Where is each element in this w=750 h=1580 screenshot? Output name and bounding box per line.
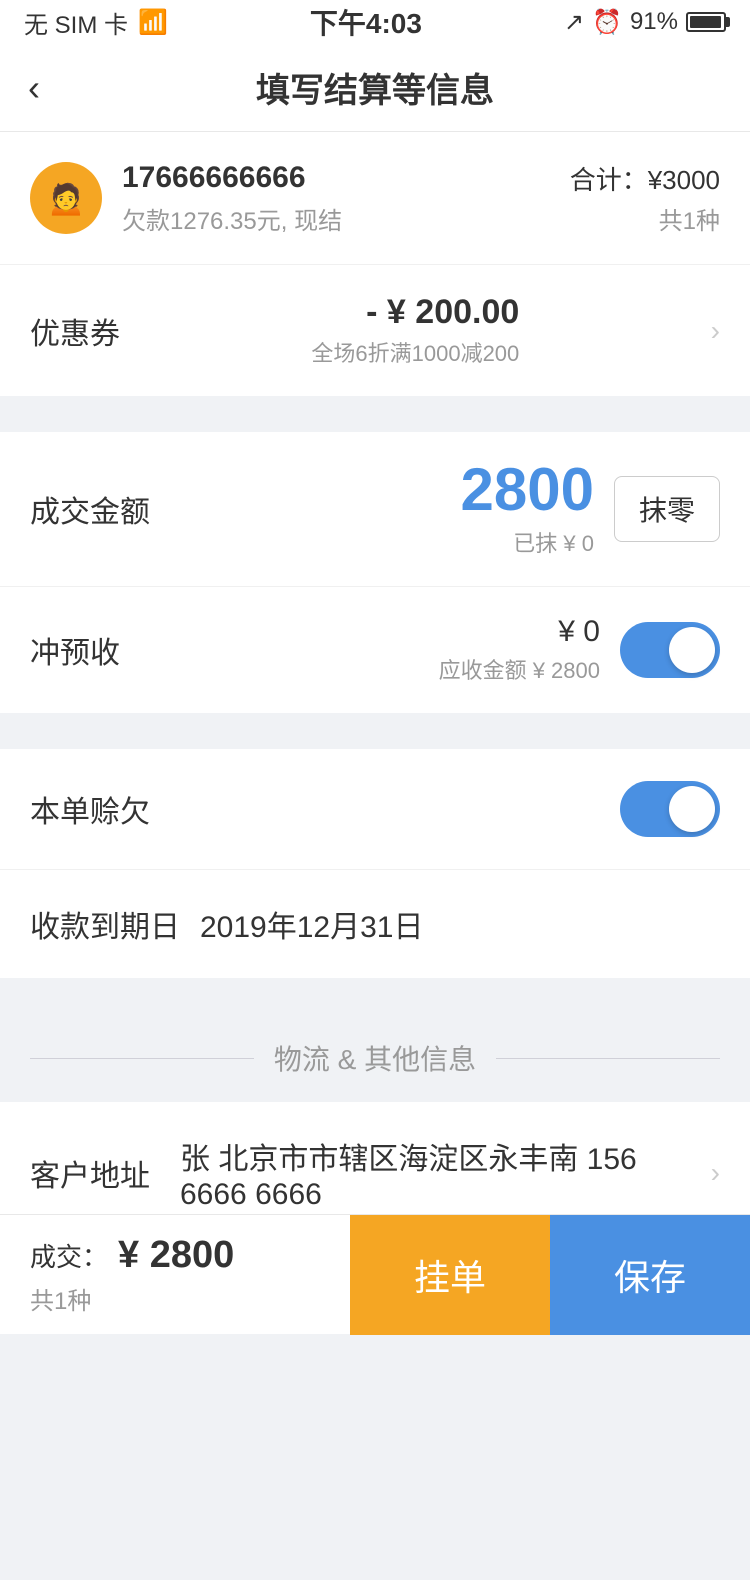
avatar-icon: 🙍: [46, 179, 86, 217]
prepay-amount: ¥ 0: [439, 615, 600, 649]
customer-right: 合计：¥3000 共1种: [570, 160, 720, 236]
duedate-label: 收款到期日: [30, 902, 180, 946]
no-sim-text: 无 SIM 卡: [24, 5, 128, 40]
deal-card: 成交金额 2800 已抹 ¥ 0 抹零 冲预收 ¥ 0 应收金额 ¥ 2800: [0, 432, 750, 713]
battery-percent: 91%: [630, 8, 678, 36]
coupon-desc: 全场6折满1000减200: [311, 336, 519, 368]
deal-sub: 已抹 ¥ 0: [461, 526, 594, 558]
deal-row: 成交金额 2800 已抹 ¥ 0 抹零: [0, 432, 750, 586]
logistics-line-right: [496, 1058, 720, 1059]
customer-card: 🙍 17666666666 欠款1276.35元, 现结 合计：¥3000 共1…: [0, 132, 750, 396]
customer-debt: 欠款1276.35元, 现结: [122, 201, 342, 236]
address-chevron-icon: ›: [711, 1157, 720, 1189]
prepay-row: 冲预收 ¥ 0 应收金额 ¥ 2800: [0, 586, 750, 713]
debt-card: 本单赊欠 收款到期日 2019年12月31日: [0, 749, 750, 978]
nav-bar: ‹ 填写结算等信息: [0, 44, 750, 132]
status-right: ↗ ⏰ 91%: [564, 8, 726, 37]
deal-right: 2800 已抹 ¥ 0 抹零: [461, 460, 721, 558]
save-button[interactable]: 保存: [550, 1215, 750, 1335]
section-divider-3: [0, 994, 750, 1014]
customer-info: 17666666666 欠款1276.35元, 现结: [122, 161, 342, 236]
debt-row: 本单赊欠: [0, 749, 750, 869]
section-divider-2: [0, 729, 750, 749]
round-button[interactable]: 抹零: [614, 476, 720, 542]
prepay-label: 冲预收: [30, 628, 120, 672]
prepay-amount-wrap: ¥ 0 应收金额 ¥ 2800: [439, 615, 600, 685]
wifi-icon: 📶: [138, 8, 168, 37]
avatar: 🙍: [30, 162, 102, 234]
prepay-toggle[interactable]: [620, 622, 720, 678]
prepay-sub: 应收金额 ¥ 2800: [439, 653, 600, 685]
page-title: 填写结算等信息: [256, 63, 494, 112]
duedate-value: 2019年12月31日: [200, 902, 423, 946]
coupon-row[interactable]: 优惠券 - ¥ 200.00 全场6折满1000减200 ›: [0, 264, 750, 396]
coupon-chevron-icon: ›: [711, 315, 720, 347]
location-icon: ↗: [564, 8, 584, 37]
coupon-label: 优惠券: [30, 309, 120, 353]
toggle-knob: [669, 627, 715, 673]
pending-button[interactable]: 挂单: [350, 1215, 550, 1335]
address-value: 张 北京市市辖区海淀区永丰南 156 6666 6666: [180, 1134, 711, 1212]
bottom-count: 共1种: [30, 1281, 320, 1316]
deal-amount: 2800: [461, 460, 594, 520]
total-count: 共1种: [570, 201, 720, 236]
content: 🙍 17666666666 欠款1276.35元, 现结 合计：¥3000 共1…: [0, 132, 750, 1580]
logistics-title: 物流 & 其他信息: [274, 1038, 476, 1078]
coupon-discount: - ¥ 200.00: [311, 293, 519, 332]
debt-toggle[interactable]: [620, 781, 720, 837]
total-label: 合计：¥3000: [570, 160, 720, 197]
battery-icon: [686, 12, 726, 32]
status-bar: 无 SIM 卡 📶 下午4:03 ↗ ⏰ 91%: [0, 0, 750, 44]
bottom-deal: 成交： ¥ 2800: [30, 1234, 320, 1277]
bottom-bar: 成交： ¥ 2800 共1种 挂单 保存: [0, 1214, 750, 1334]
deal-amount-wrap: 2800 已抹 ¥ 0: [461, 460, 594, 558]
debt-toggle-knob: [669, 786, 715, 832]
duedate-row: 收款到期日 2019年12月31日: [0, 869, 750, 978]
customer-row: 🙍 17666666666 欠款1276.35元, 现结 合计：¥3000 共1…: [0, 132, 750, 264]
bottom-deal-amount: ¥ 2800: [118, 1234, 234, 1277]
section-divider-1: [0, 412, 750, 432]
logistics-line-left: [30, 1058, 254, 1059]
bottom-deal-label: 成交：: [30, 1237, 108, 1274]
status-left: 无 SIM 卡 📶: [24, 5, 168, 40]
coupon-right-wrap: - ¥ 200.00 全场6折满1000减200: [311, 293, 519, 368]
back-button[interactable]: ‹: [28, 67, 40, 109]
status-time: 下午4:03: [310, 2, 422, 42]
debt-label: 本单赊欠: [30, 787, 150, 831]
address-label: 客户地址: [30, 1151, 150, 1195]
customer-left: 🙍 17666666666 欠款1276.35元, 现结: [30, 161, 342, 236]
deal-label: 成交金额: [30, 487, 150, 531]
bottom-summary: 成交： ¥ 2800 共1种: [0, 1234, 350, 1316]
prepay-right: ¥ 0 应收金额 ¥ 2800: [439, 615, 720, 685]
customer-phone: 17666666666: [122, 161, 342, 195]
alarm-icon: ⏰: [592, 8, 622, 37]
logistics-header: 物流 & 其他信息: [0, 1014, 750, 1102]
